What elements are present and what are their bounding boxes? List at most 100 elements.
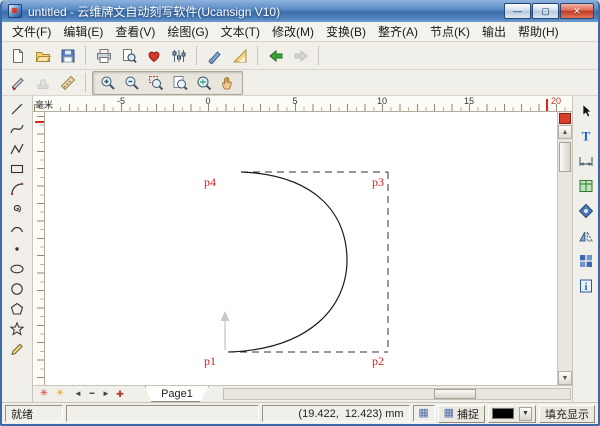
select-tool[interactable] [575, 100, 597, 121]
svg-text:T: T [581, 128, 590, 143]
curve-tool[interactable] [5, 119, 30, 138]
color-selector[interactable]: ▼ [488, 405, 536, 423]
vertical-scroll-thumb[interactable] [559, 142, 571, 172]
rectangle-tool[interactable] [5, 159, 30, 178]
fill-display-label: 填充显示 [545, 406, 589, 422]
polyline-tool[interactable] [5, 139, 30, 158]
zoom-window-button[interactable] [144, 72, 167, 94]
set-square-button[interactable] [228, 45, 251, 67]
menu-file[interactable]: 文件(F) [6, 21, 57, 42]
sun-mark-icon[interactable]: ☀ [53, 387, 67, 401]
snap-grid-icon: ▦ [444, 408, 454, 419]
drawing-canvas[interactable]: p4 p3 p1 p2 [45, 112, 557, 385]
menu-help[interactable]: 帮助(H) [512, 21, 565, 42]
pan-hand-button[interactable] [216, 72, 239, 94]
right-toolbox: T i [572, 96, 598, 402]
vertical-scrollbar[interactable]: ▲ ▼ [557, 112, 572, 385]
arc-curve[interactable] [229, 172, 347, 352]
grid-icon: ▦ [418, 408, 428, 419]
menu-draw[interactable]: 绘图(G) [161, 21, 214, 42]
ruler-tick-label: 20 [551, 96, 561, 106]
vertical-scroll-track[interactable] [558, 139, 572, 371]
maximize-button[interactable]: ▢ [532, 3, 559, 19]
snap-arrow-head [221, 311, 230, 321]
canvas-drawing: p4 p3 p1 p2 [45, 112, 557, 385]
page-tab[interactable]: Page1 [145, 386, 209, 402]
point-label-p4: p4 [204, 175, 216, 189]
ruler-tick-label: -5 [117, 96, 125, 106]
vertical-ruler [33, 112, 45, 385]
scroll-up-button[interactable]: ▲ [558, 125, 572, 139]
new-document-button[interactable] [6, 45, 29, 67]
open-file-button[interactable] [31, 45, 54, 67]
close-button[interactable]: ✕ [560, 3, 594, 19]
layer-mark-icon[interactable]: ✳ [37, 387, 51, 401]
add-page-icon[interactable]: ✚ [113, 387, 127, 401]
stamp-tool-button[interactable] [31, 72, 54, 94]
app-window: untitled - 云维牌文自动刻写软件(Ucansign V10) — ▢ … [0, 0, 600, 426]
undo-button[interactable] [264, 45, 287, 67]
line-tool[interactable] [5, 99, 30, 118]
menu-text[interactable]: 文本(T) [215, 21, 266, 42]
menu-transform[interactable]: 变换(B) [320, 21, 372, 42]
clipart-button[interactable] [142, 45, 165, 67]
align-grid-tool[interactable] [575, 250, 597, 271]
pencil-tool[interactable] [5, 339, 30, 358]
zoom-in-button[interactable] [96, 72, 119, 94]
ellipse-tool[interactable] [5, 259, 30, 278]
fill-display-button[interactable]: 填充显示 [539, 405, 595, 423]
point-label-p3: p3 [372, 175, 384, 189]
toolbar-separator [257, 46, 258, 65]
title-bar[interactable]: untitled - 云维牌文自动刻写软件(Ucansign V10) — ▢ … [2, 0, 598, 22]
settings-sliders-button[interactable] [167, 45, 190, 67]
drawing-toolbox [2, 96, 33, 402]
measure-pen-button[interactable] [203, 45, 226, 67]
redo-button[interactable] [289, 45, 312, 67]
menu-node[interactable]: 节点(K) [424, 21, 476, 42]
polygon-tool[interactable] [5, 299, 30, 318]
horizontal-scroll-track[interactable] [223, 388, 571, 400]
material-library-tool[interactable] [575, 175, 597, 196]
horizontal-ruler: 毫米 -5 0 5 10 15 20 [33, 96, 572, 112]
print-button[interactable] [92, 45, 115, 67]
save-button[interactable] [56, 45, 79, 67]
mirror-tool[interactable] [575, 225, 597, 246]
snap-toggle-button[interactable]: ▦ 捕捉 [438, 405, 485, 423]
zoom-out-button[interactable] [120, 72, 143, 94]
minimize-button[interactable]: — [504, 3, 531, 19]
scroll-down-button[interactable]: ▼ [558, 371, 572, 385]
page-tab-bar: ✳ ☀ ◄ ━ ► ✚ Page1 [33, 385, 572, 402]
menu-align[interactable]: 整齐(A) [372, 21, 424, 42]
circle-tool[interactable] [5, 279, 30, 298]
ruler-tool-button[interactable] [56, 72, 79, 94]
toolbar-separator [85, 73, 86, 92]
color-dropdown-arrow[interactable]: ▼ [519, 407, 532, 421]
zoom-page-button[interactable] [168, 72, 191, 94]
star-tool[interactable] [5, 319, 30, 338]
ruler-unit-label: 毫米 [35, 98, 55, 111]
zoom-all-button[interactable] [192, 72, 215, 94]
ruler-origin-button[interactable] [559, 113, 571, 124]
cutter-tool-button[interactable] [6, 72, 29, 94]
point-tool[interactable] [5, 239, 30, 258]
dimension-tool[interactable] [575, 150, 597, 171]
print-preview-button[interactable] [117, 45, 140, 67]
engrave-path-tool[interactable] [575, 200, 597, 221]
spiral-tool[interactable] [5, 199, 30, 218]
text-tool[interactable]: T [575, 125, 597, 146]
menu-edit[interactable]: 编辑(E) [57, 21, 109, 42]
menu-output[interactable]: 输出 [476, 21, 512, 42]
arc-3point-tool[interactable] [5, 219, 30, 238]
status-ready: 就绪 [5, 405, 63, 422]
menu-modify[interactable]: 修改(M) [266, 21, 320, 42]
snap-label: 捕捉 [457, 406, 479, 422]
main-area: 毫米 -5 0 5 10 15 20 [2, 96, 598, 402]
horizontal-scroll-thumb[interactable] [434, 389, 476, 399]
page-list-icon[interactable]: ━ [85, 387, 99, 401]
menu-view[interactable]: 查看(V) [109, 21, 161, 42]
arc-tool[interactable] [5, 179, 30, 198]
prev-page-icon[interactable]: ◄ [71, 387, 85, 401]
ruler-tick-label: 10 [377, 96, 387, 106]
next-page-icon[interactable]: ► [99, 387, 113, 401]
object-info-tool[interactable]: i [575, 275, 597, 296]
